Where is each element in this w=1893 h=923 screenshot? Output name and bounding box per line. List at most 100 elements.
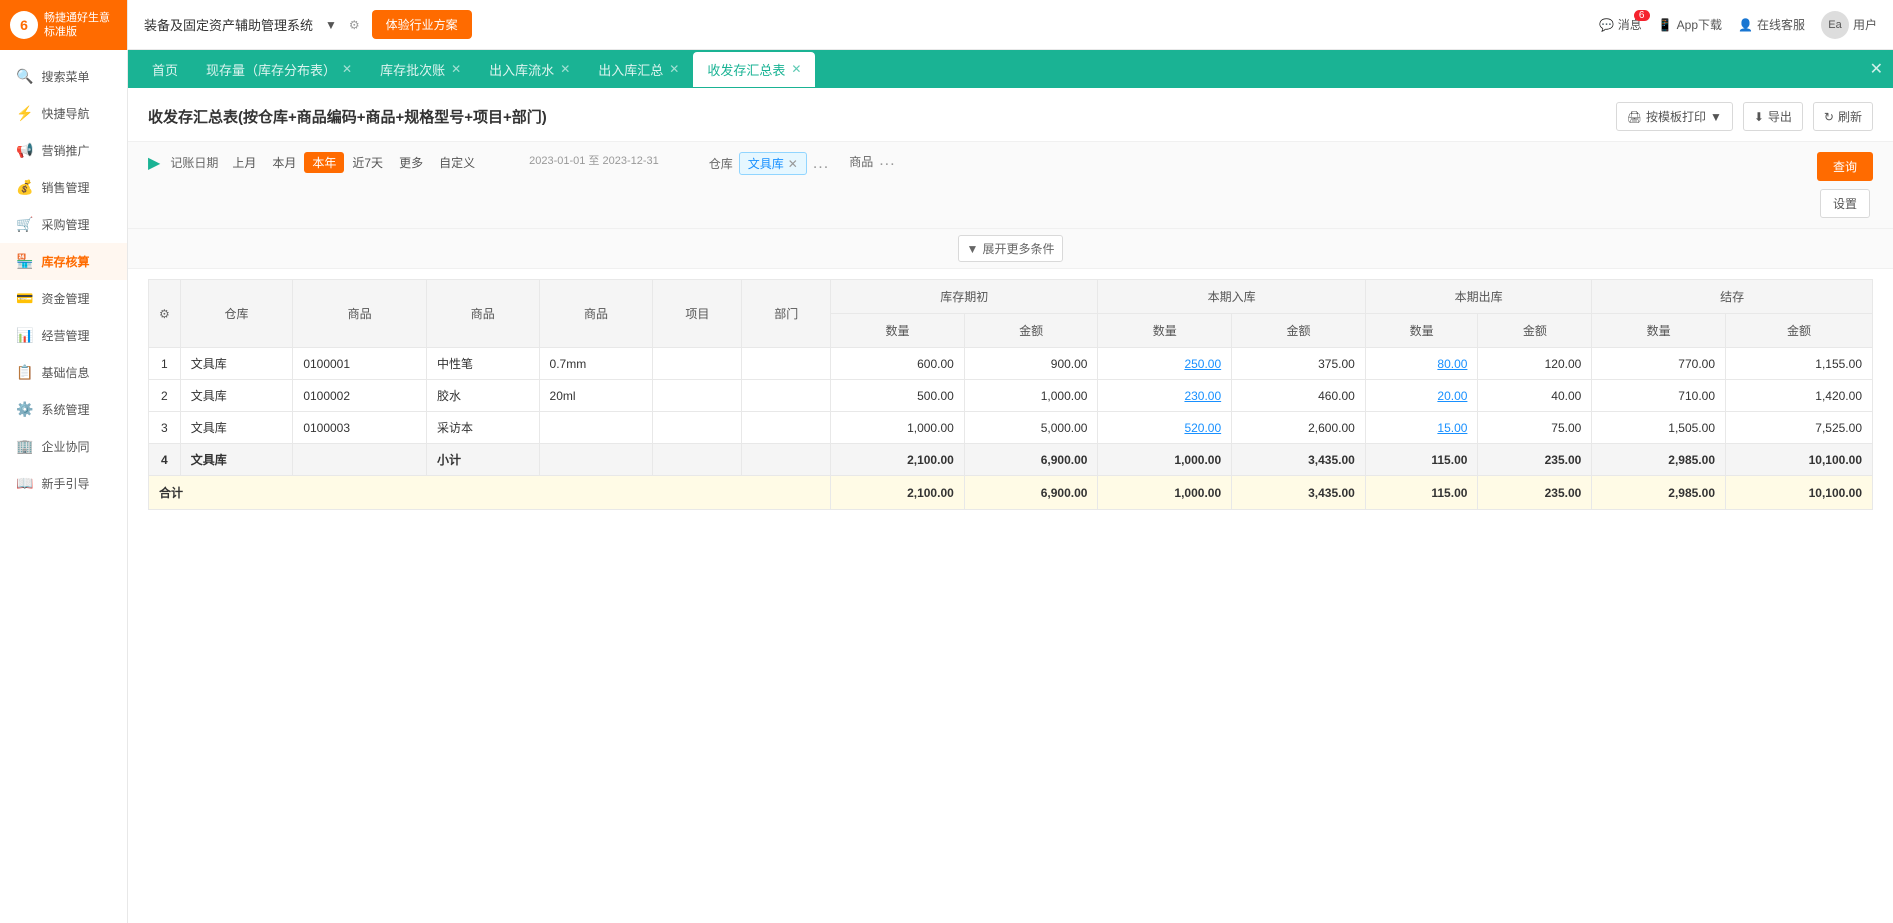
refresh-button[interactable]: ↻ 刷新 [1813,102,1873,131]
sidebar-item-business[interactable]: 📊 经营管理 [0,317,127,354]
user-btn[interactable]: Ea 用户 [1821,11,1877,39]
row-out-qty[interactable]: 15.00 [1365,412,1478,444]
tab-receive-summary[interactable]: 收发存汇总表 ✕ [693,52,815,87]
row-in-qty-link[interactable]: 520.00 [1184,421,1221,435]
warehouse-more-btn[interactable]: ... [813,155,829,173]
online-service-label: 在线客服 [1757,16,1805,33]
tab-inout-summary[interactable]: 出入库汇总 ✕ [584,52,693,87]
row-dept [742,348,831,380]
refresh-label: 刷新 [1838,108,1862,125]
sidebar-item-purchase[interactable]: 🛒 采购管理 [0,206,127,243]
tab-batch-account[interactable]: 库存批次账 ✕ [366,52,475,87]
sidebar-item-guide[interactable]: 📖 新手引导 [0,465,127,502]
logo-text: 畅捷通好生意 标准版 [44,11,110,40]
sidebar-item-base-info[interactable]: 📋 基础信息 [0,354,127,391]
row-out-qty-link[interactable]: 20.00 [1437,389,1467,403]
trial-button[interactable]: 体验行业方案 [372,10,472,39]
date-btn-this-month[interactable]: 本月 [264,152,304,173]
row-open-amt: 1,000.00 [964,380,1098,412]
th-project: 项目 [653,280,742,348]
table-wrap: ⚙ 仓库 商品 商品 商品 项目 部门 库存期初 本期入库 本期出库 结存 [148,269,1873,510]
filter-settings-button[interactable]: 设置 [1820,189,1870,218]
refresh-icon: ↻ [1824,110,1834,124]
row-out-qty[interactable]: 80.00 [1365,348,1478,380]
sidebar-item-finance[interactable]: 💳 资金管理 [0,280,127,317]
date-btn-this-year[interactable]: 本年 [304,152,344,173]
sidebar-item-system[interactable]: ⚙️ 系统管理 [0,391,127,428]
filter-toggle-btn[interactable]: ▶ [148,153,160,173]
row-bal-amt: 1,155.00 [1726,348,1873,380]
sidebar-item-label: 库存核算 [41,253,89,270]
tab-close-icon[interactable]: ✕ [669,62,679,76]
online-service-btn[interactable]: 👤 在线客服 [1738,16,1805,33]
row-no: 4 [149,444,181,476]
tab-bar: 首页 现存量（库存分布表） ✕ 库存批次账 ✕ 出入库流水 ✕ 出入库汇总 ✕ … [128,50,1893,88]
date-btn-last-month[interactable]: 上月 [224,152,264,173]
row-code: 0100001 [293,348,427,380]
th-open-qty: 数量 [831,314,965,348]
sidebar-item-quick-nav[interactable]: ⚡ 快捷导航 [0,95,127,132]
row-out-qty-link[interactable]: 80.00 [1437,357,1467,371]
expand-more-btn[interactable]: ▼ 展开更多条件 [958,235,1064,262]
sidebar-item-label: 采购管理 [41,216,89,233]
footer-row: 合计 2,100.00 6,900.00 1,000.00 3,435.00 1… [149,476,1873,510]
row-in-qty[interactable]: 230.00 [1098,380,1232,412]
tab-close-icon[interactable]: ✕ [451,62,461,76]
app-download-btn[interactable]: 📱 App下载 [1658,16,1722,33]
sidebar-item-search[interactable]: 🔍 搜索菜单 [0,58,127,95]
message-badge[interactable]: 💬 消息 6 [1599,16,1641,33]
settings-icon[interactable]: ⚙ [349,18,360,32]
row-in-qty-link[interactable]: 250.00 [1184,357,1221,371]
service-icon: 👤 [1738,18,1753,32]
warehouse-tag-close-icon[interactable]: ✕ [788,157,798,171]
row-spec: 0.7mm [539,348,653,380]
expand-label: 展开更多条件 [982,240,1054,257]
footer-in-qty: 1,000.00 [1098,476,1232,510]
tab-close-icon[interactable]: ✕ [342,62,352,76]
sidebar-item-enterprise[interactable]: 🏢 企业协同 [0,428,127,465]
sidebar-item-label: 销售管理 [41,179,89,196]
sidebar-item-marketing[interactable]: 📢 营销推广 [0,132,127,169]
message-count: 6 [1634,10,1650,21]
tab-label: 现存量（库存分布表） [206,60,336,79]
row-no: 3 [149,412,181,444]
row-in-qty[interactable]: 250.00 [1098,348,1232,380]
date-btn-7days[interactable]: 近7天 [344,152,391,173]
tab-home[interactable]: 首页 [138,52,192,87]
row-in-qty[interactable]: 520.00 [1098,412,1232,444]
tab-close-icon[interactable]: ✕ [791,62,801,76]
row-out-amt: 75.00 [1478,412,1592,444]
row-open-qty: 600.00 [831,348,965,380]
tab-inventory-dist[interactable]: 现存量（库存分布表） ✕ [192,52,366,87]
sidebar-item-inventory[interactable]: 🏪 库存核算 [0,243,127,280]
row-no: 2 [149,380,181,412]
column-settings-icon[interactable]: ⚙ [159,307,170,321]
tab-close-icon[interactable]: ✕ [560,62,570,76]
warehouse-tag[interactable]: 文具库 ✕ [739,152,807,175]
sidebar-item-sales[interactable]: 💰 销售管理 [0,169,127,206]
system-dropdown[interactable]: ▼ [325,18,337,32]
footer-bal-qty: 2,985.00 [1592,476,1726,510]
row-open-qty: 1,000.00 [831,412,965,444]
row-in-qty: 1,000.00 [1098,444,1232,476]
row-dept [742,444,831,476]
row-dept [742,380,831,412]
row-in-qty-link[interactable]: 230.00 [1184,389,1221,403]
date-btn-custom[interactable]: 自定义 [431,152,483,173]
query-button[interactable]: 查询 [1817,152,1873,181]
filter-right-btns: 查询 设置 [1817,152,1873,218]
export-button[interactable]: ⬇ 导出 [1743,102,1803,131]
row-out-qty-link[interactable]: 15.00 [1437,421,1467,435]
product-more-btn[interactable]: ... [879,152,895,170]
th-in-amt: 金额 [1232,314,1366,348]
row-in-amt: 3,435.00 [1232,444,1366,476]
row-out-qty[interactable]: 20.00 [1365,380,1478,412]
th-bal-qty: 数量 [1592,314,1726,348]
tab-inout-flow[interactable]: 出入库流水 ✕ [475,52,584,87]
tab-bar-close-icon[interactable]: ✕ [1870,59,1883,79]
print-button[interactable]: 🖨 按模板打印 ▼ [1616,102,1733,131]
th-out-amt: 金额 [1478,314,1592,348]
table-row: 2文具库0100002胶水20ml500.001,000.00230.00460… [149,380,1873,412]
date-btn-more[interactable]: 更多 [391,152,431,173]
row-name: 小计 [426,444,539,476]
